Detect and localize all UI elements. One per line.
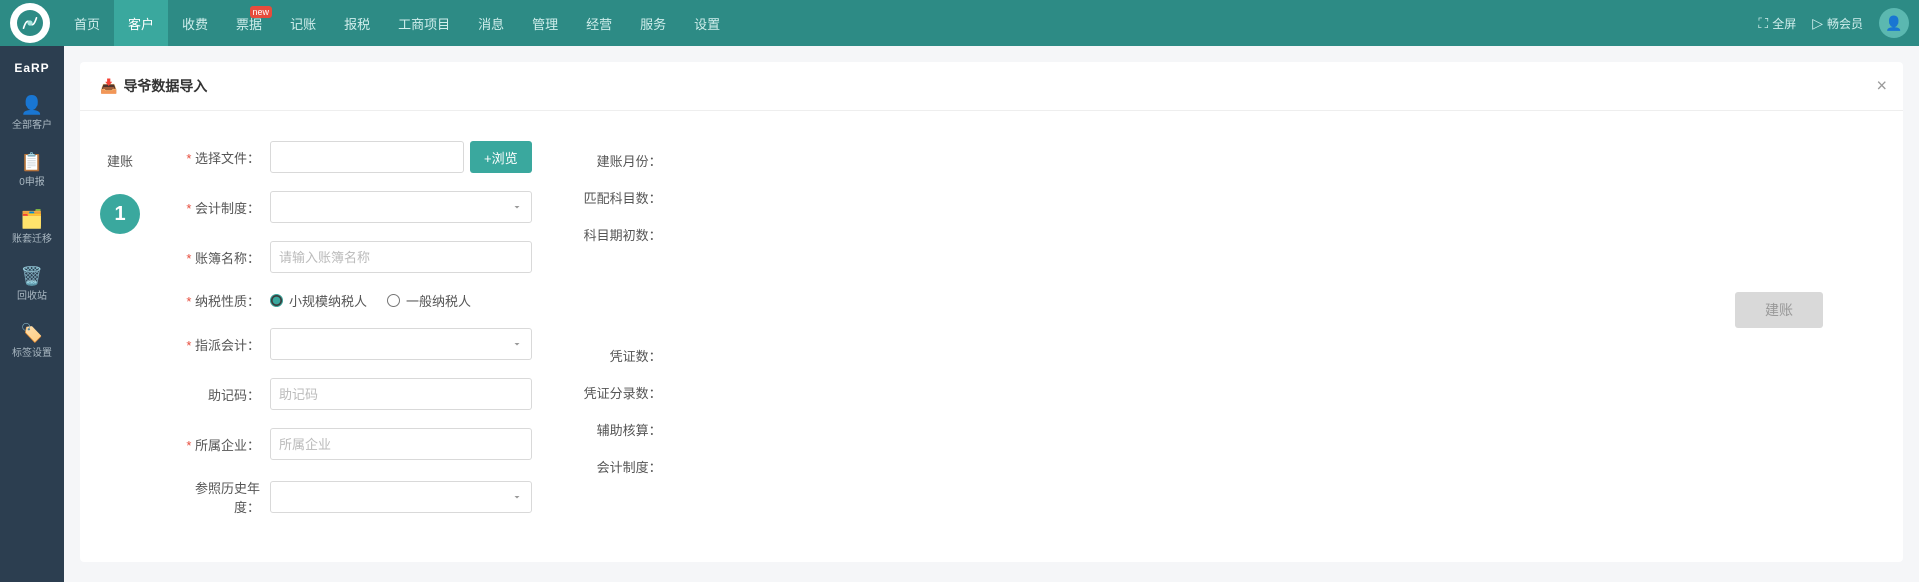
nav-business[interactable]: 工商项目 xyxy=(384,0,464,46)
accountant-row: 指派会计： xyxy=(170,328,532,360)
nav-tax[interactable]: 报税 xyxy=(330,0,384,46)
form-panel: 选择文件： +浏览 会计制度： xyxy=(170,141,532,516)
tax-general-label: 一般纳税人 xyxy=(406,291,471,310)
right-panel: 建账月份： 匹配科目数： 科目期初数： 建账 凭证 xyxy=(572,141,1883,516)
nav-bookkeeping[interactable]: 记账 xyxy=(276,0,330,46)
tax-type-radio-group: 小规模纳税人 一般纳税人 xyxy=(270,291,471,310)
nav-service[interactable]: 服务 xyxy=(626,0,680,46)
tax-general[interactable]: 一般纳税人 xyxy=(387,291,471,310)
company-label: 所属企业： xyxy=(170,435,260,454)
nav-items: 首页 客户 收费 票据 new 记账 报税 工商项目 消息 管理 经营 服务 设… xyxy=(60,0,1758,46)
tax-type-label: 纳税性质： xyxy=(170,291,260,310)
history-year-row: 参照历史年度： xyxy=(170,478,532,516)
memo-input[interactable] xyxy=(270,378,532,410)
earp-brand: EaRP xyxy=(14,62,49,75)
main-layout: EaRP 👤 全部客户 📋 0申报 🗂️ 账套迁移 🗑️ 回收站 🏷️ 标签设置… xyxy=(0,46,1919,582)
member-icon: ▷ xyxy=(1812,15,1823,32)
sidebar-item-all-clients[interactable]: 👤 全部客户 xyxy=(0,87,64,140)
accounting-system-info-row: 会计制度： xyxy=(572,457,1883,476)
invoice-badge: new xyxy=(250,6,273,18)
dialog-card: 📥 导爷数据导入 × 建账 1 选择文件： xyxy=(80,62,1903,562)
file-input-group: +浏览 xyxy=(270,141,532,173)
memo-label: 助记码： xyxy=(170,385,260,404)
month-label: 建账月份： xyxy=(572,151,662,170)
vouchers-label: 凭证数： xyxy=(572,346,662,365)
nav-messages[interactable]: 消息 xyxy=(464,0,518,46)
nav-billing[interactable]: 收费 xyxy=(168,0,222,46)
nav-operations[interactable]: 经营 xyxy=(572,0,626,46)
history-year-select[interactable] xyxy=(270,481,532,513)
sidebar-item-tag-settings[interactable]: 🏷️ 标签设置 xyxy=(0,315,64,368)
tax-general-radio[interactable] xyxy=(387,294,400,307)
nav-right-actions: ⛶ 全屏 ▷ 畅会员 👤 xyxy=(1758,8,1909,38)
nav-settings[interactable]: 设置 xyxy=(680,0,734,46)
account-migrate-icon: 🗂️ xyxy=(21,209,43,230)
member-button[interactable]: ▷ 畅会员 xyxy=(1812,15,1863,32)
aux-accounting-label: 辅助核算： xyxy=(572,420,662,439)
user-avatar[interactable]: 👤 xyxy=(1879,8,1909,38)
month-row: 建账月份： xyxy=(572,151,1883,170)
match-subjects-row: 匹配科目数： xyxy=(572,188,1883,207)
match-subjects-label: 匹配科目数： xyxy=(572,188,662,207)
sidebar-item-declaration[interactable]: 📋 0申报 xyxy=(0,144,64,197)
content-area: 📥 导爷数据导入 × 建账 1 选择文件： xyxy=(64,46,1919,582)
nav-clients[interactable]: 客户 xyxy=(114,0,168,46)
tag-settings-icon: 🏷️ xyxy=(21,323,43,344)
voucher-entries-label: 凭证分录数： xyxy=(572,383,662,402)
all-clients-icon: 👤 xyxy=(21,95,43,116)
dialog-body: 建账 1 选择文件： +浏览 xyxy=(80,111,1903,546)
import-icon: 📥 xyxy=(100,78,117,95)
sidebar-item-account-migrate[interactable]: 🗂️ 账套迁移 xyxy=(0,201,64,254)
tax-small-scale-radio[interactable] xyxy=(270,294,283,307)
voucher-entries-row: 凭证分录数： xyxy=(572,383,1883,402)
nav-home[interactable]: 首页 xyxy=(60,0,114,46)
create-account-button[interactable]: 建账 xyxy=(1735,292,1823,328)
nav-management[interactable]: 管理 xyxy=(518,0,572,46)
logo[interactable] xyxy=(10,3,50,43)
memo-row: 助记码： xyxy=(170,378,532,410)
history-year-label: 参照历史年度： xyxy=(170,478,260,516)
account-name-input[interactable] xyxy=(270,241,532,273)
accountant-label: 指派会计： xyxy=(170,335,260,354)
tax-small-scale-label: 小规模纳税人 xyxy=(289,291,367,310)
accounting-system-label: 会计制度： xyxy=(170,198,260,217)
step-indicator: 建账 1 xyxy=(100,141,140,234)
aux-accounting-row: 辅助核算： xyxy=(572,420,1883,439)
file-label: 选择文件： xyxy=(170,148,260,167)
dialog-header: 📥 导爷数据导入 × xyxy=(80,62,1903,111)
recycle-icon: 🗑️ xyxy=(21,266,43,287)
file-text-input[interactable] xyxy=(270,141,464,173)
step-label: 建账 xyxy=(107,151,133,170)
dialog-title: 导爷数据导入 xyxy=(123,76,207,96)
account-name-row: 账簿名称： xyxy=(170,241,532,273)
step-circle: 1 xyxy=(100,194,140,234)
nav-invoice[interactable]: 票据 new xyxy=(222,0,276,46)
sidebar-item-recycle[interactable]: 🗑️ 回收站 xyxy=(0,258,64,311)
accounting-system-select[interactable] xyxy=(270,191,532,223)
top-navigation: 首页 客户 收费 票据 new 记账 报税 工商项目 消息 管理 经营 服务 设… xyxy=(0,0,1919,46)
company-row: 所属企业： xyxy=(170,428,532,460)
tax-small-scale[interactable]: 小规模纳税人 xyxy=(270,291,367,310)
accounting-system-row: 会计制度： xyxy=(170,191,532,223)
fullscreen-button[interactable]: ⛶ 全屏 xyxy=(1758,15,1796,32)
accounting-system-info-label: 会计制度： xyxy=(572,457,662,476)
initial-subjects-label: 科目期初数： xyxy=(572,225,662,244)
tax-type-row: 纳税性质： 小规模纳税人 一般纳税人 xyxy=(170,291,532,310)
accountant-select[interactable] xyxy=(270,328,532,360)
browse-button[interactable]: +浏览 xyxy=(470,141,532,173)
file-select-row: 选择文件： +浏览 xyxy=(170,141,532,173)
declaration-icon: 📋 xyxy=(21,152,43,173)
company-input[interactable] xyxy=(270,428,532,460)
fullscreen-icon: ⛶ xyxy=(1758,15,1768,32)
initial-subjects-row: 科目期初数： xyxy=(572,225,1883,244)
sidebar: EaRP 👤 全部客户 📋 0申报 🗂️ 账套迁移 🗑️ 回收站 🏷️ 标签设置 xyxy=(0,46,64,582)
close-button[interactable]: × xyxy=(1876,76,1887,97)
vouchers-row: 凭证数： xyxy=(572,346,1883,365)
account-name-label: 账簿名称： xyxy=(170,248,260,267)
